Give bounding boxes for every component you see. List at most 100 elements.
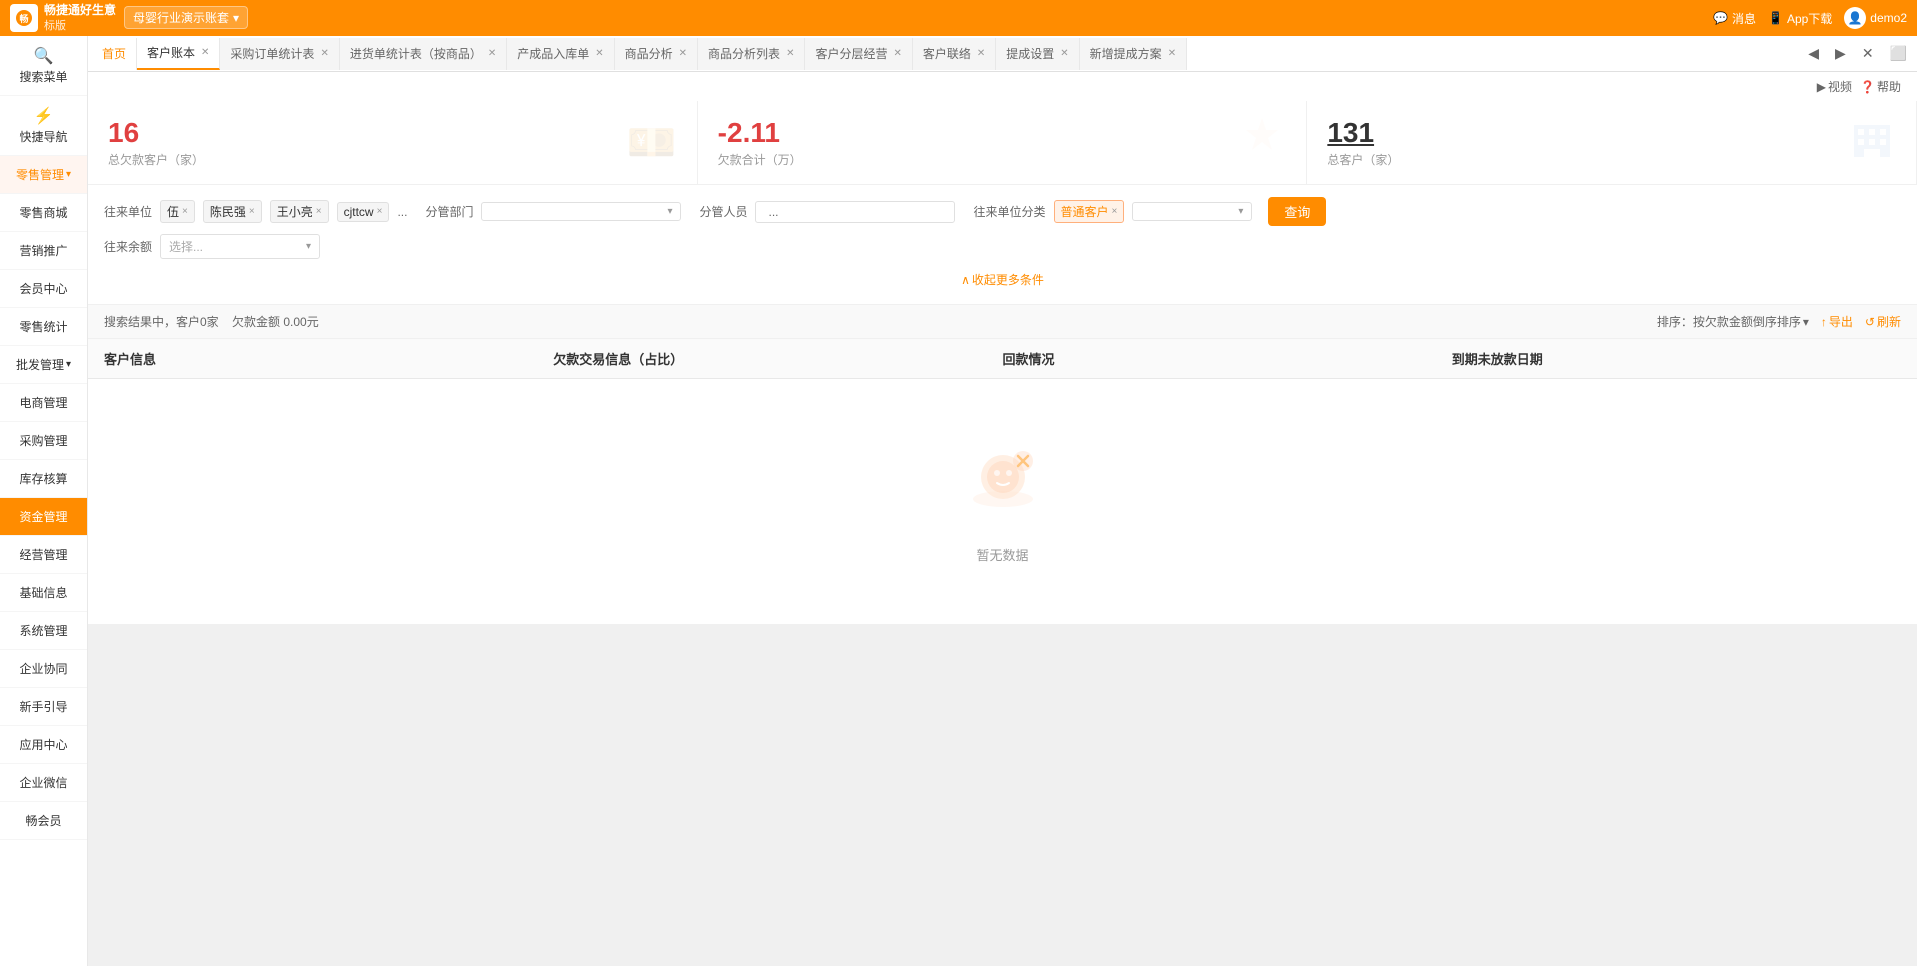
tab-close-all[interactable]: ✕ xyxy=(1856,45,1880,62)
tab-purchase-order-close[interactable]: ✕ xyxy=(320,48,328,59)
filter-tag-2-close[interactable]: × xyxy=(316,206,322,217)
tab-home-label: 首页 xyxy=(102,45,126,62)
help-btn[interactable]: ❓ 帮助 xyxy=(1860,78,1901,95)
app-download-label: App下载 xyxy=(1787,10,1832,27)
operation-label: 经营管理 xyxy=(4,546,83,563)
tab-finished-goods[interactable]: 产成品入库单 ✕ xyxy=(507,38,614,70)
sidebar-item-ecommerce[interactable]: 电商管理 xyxy=(0,384,87,422)
app-download-btn[interactable]: 📱 App下载 xyxy=(1768,10,1832,27)
sort-select[interactable]: 排序：按欠款金额倒序排序 ▾ xyxy=(1657,313,1809,330)
filter-tag-1-close[interactable]: × xyxy=(249,206,255,217)
question-icon: ❓ xyxy=(1860,80,1875,94)
category-filter-select[interactable]: ▾ xyxy=(1132,202,1252,221)
retail-arrow-icon: ▾ xyxy=(66,169,71,180)
tab-commission-settings-close[interactable]: ✕ xyxy=(1060,48,1068,59)
sidebar-item-marketing[interactable]: 营销推广 xyxy=(0,232,87,270)
refresh-icon: ↺ xyxy=(1865,315,1875,329)
tab-customer-ledger-close[interactable]: ✕ xyxy=(201,47,209,58)
tab-customer-layering-close[interactable]: ✕ xyxy=(893,48,901,59)
category-tag-close[interactable]: × xyxy=(1112,206,1118,217)
sidebar-item-retail-mall[interactable]: 零售商城 xyxy=(0,194,87,232)
filter-tag-3-text: cjttcw xyxy=(344,205,374,219)
dept-filter-select[interactable]: ▾ xyxy=(481,202,681,221)
person-filter-label: 分管人员 xyxy=(699,203,747,220)
sidebar-item-enterprise-wechat[interactable]: 企业微信 xyxy=(0,764,87,802)
sidebar-item-finance[interactable]: 资金管理 xyxy=(0,498,87,536)
tab-goods-analysis-list[interactable]: 商品分析列表 ✕ xyxy=(698,38,805,70)
user-name: demo2 xyxy=(1870,11,1907,25)
page-content: ▶ 视频 ❓ 帮助 💴 16 xyxy=(88,72,1917,624)
stat-bg-money-icon: 💴 xyxy=(627,119,677,166)
top-bar: 畅 畅捷通好生意 标版 母婴行业演示账套 ▾ 💬 消息 📱 App下载 xyxy=(0,0,1917,36)
tab-goods-analysis-label: 商品分析 xyxy=(625,45,673,62)
messages-label: 消息 xyxy=(1732,10,1756,27)
sidebar-item-basic-info[interactable]: 基础信息 xyxy=(0,574,87,612)
sidebar-item-system[interactable]: 系统管理 xyxy=(0,612,87,650)
balance-dropdown-icon: ▾ xyxy=(306,241,311,252)
refresh-btn[interactable]: ↺ 刷新 xyxy=(1865,313,1901,330)
col-header-customer: 客户信息 xyxy=(104,349,553,368)
tab-customer-contact[interactable]: 客户联络 ✕ xyxy=(913,38,996,70)
sidebar-item-app-center[interactable]: 应用中心 xyxy=(0,726,87,764)
sidebar-item-purchase[interactable]: 采购管理 xyxy=(0,422,87,460)
tab-customer-contact-close[interactable]: ✕ xyxy=(977,48,985,59)
tab-new-commission-label: 新增提成方案 xyxy=(1090,45,1162,62)
tab-commission-settings[interactable]: 提成设置 ✕ xyxy=(996,38,1079,70)
stat-label-3: 总客户（家） xyxy=(1327,151,1399,168)
user-menu[interactable]: 👤 demo2 xyxy=(1844,7,1907,29)
help-area: ▶ 视频 ❓ 帮助 xyxy=(88,72,1917,101)
stat-text-group-3: 131 总客户（家） xyxy=(1327,117,1399,168)
balance-filter-select[interactable]: 选择... ▾ xyxy=(160,234,320,259)
tab-goods-analysis-list-close[interactable]: ✕ xyxy=(786,48,794,59)
inventory-label: 库存核算 xyxy=(4,470,83,487)
tab-purchase-stats-close[interactable]: ✕ xyxy=(488,48,496,59)
data-table: 客户信息 欠款交易信息（占比） 回款情况 到期未放款日期 xyxy=(88,339,1917,624)
table-header: 客户信息 欠款交易信息（占比） 回款情况 到期未放款日期 xyxy=(88,339,1917,379)
retail-stats-label: 零售统计 xyxy=(4,318,83,335)
query-button[interactable]: 查询 xyxy=(1268,197,1326,226)
video-label: 视频 xyxy=(1828,78,1852,95)
sidebar-item-inventory[interactable]: 库存核算 xyxy=(0,460,87,498)
person-filter-select[interactable]: ... xyxy=(755,201,955,223)
video-btn[interactable]: ▶ 视频 xyxy=(1817,78,1852,95)
enterprise-wechat-label: 企业微信 xyxy=(4,774,83,791)
filter-tag-2: 王小亮 × xyxy=(270,200,329,223)
sidebar-item-beginner-guide[interactable]: 新手引导 xyxy=(0,688,87,726)
tab-purchase-order[interactable]: 采购订单统计表 ✕ xyxy=(220,38,339,70)
logo-icon: 畅 xyxy=(10,4,38,32)
sidebar-item-enterprise-collab[interactable]: 企业协同 xyxy=(0,650,87,688)
sidebar-item-search[interactable]: 🔍 搜索菜单 xyxy=(0,36,87,96)
filter-tag-3-close[interactable]: × xyxy=(377,206,383,217)
sidebar-item-quick-nav[interactable]: ⚡ 快捷导航 xyxy=(0,96,87,156)
tab-goods-analysis-close[interactable]: ✕ xyxy=(679,48,687,59)
tab-home[interactable]: 首页 xyxy=(92,38,137,70)
tab-maximize[interactable]: ⬜ xyxy=(1884,45,1913,62)
sidebar-item-chang-member[interactable]: 畅会员 xyxy=(0,802,87,840)
tab-customer-ledger[interactable]: 客户账本 ✕ xyxy=(137,38,220,70)
tab-new-commission-close[interactable]: ✕ xyxy=(1168,48,1176,59)
sidebar-item-member[interactable]: 会员中心 xyxy=(0,270,87,308)
sidebar-item-wholesale[interactable]: 批发管理 ▾ xyxy=(0,346,87,384)
tab-new-commission[interactable]: 新增提成方案 ✕ xyxy=(1080,38,1187,70)
sidebar-item-retail-stats[interactable]: 零售统计 xyxy=(0,308,87,346)
collapse-btn[interactable]: ∧ 收起更多条件 xyxy=(961,271,1044,288)
tab-finished-goods-close[interactable]: ✕ xyxy=(595,48,603,59)
tab-purchase-stats[interactable]: 进货单统计表（按商品） ✕ xyxy=(340,38,507,70)
person-filter-more[interactable]: ... xyxy=(768,205,778,219)
enterprise-collab-label: 企业协同 xyxy=(4,660,83,677)
app-center-label: 应用中心 xyxy=(4,736,83,753)
sidebar-item-operation[interactable]: 经营管理 xyxy=(0,536,87,574)
filter-tag-0-close[interactable]: × xyxy=(182,206,188,217)
sidebar-item-retail[interactable]: 零售管理 ▾ xyxy=(0,156,87,194)
messages-btn[interactable]: 💬 消息 xyxy=(1713,10,1756,27)
company-selector[interactable]: 母婴行业演示账套 ▾ xyxy=(124,6,248,29)
tab-scroll-right[interactable]: ▶ xyxy=(1829,45,1852,62)
tab-customer-layering[interactable]: 客户分层经营 ✕ xyxy=(805,38,912,70)
tab-scroll-left[interactable]: ◀ xyxy=(1802,45,1825,62)
tab-goods-analysis[interactable]: 商品分析 ✕ xyxy=(615,38,698,70)
filter-tags-more[interactable]: ... xyxy=(397,205,407,219)
unit-filter-label: 往来单位 xyxy=(104,203,152,220)
export-btn[interactable]: ↑ 导出 xyxy=(1821,313,1853,330)
category-dropdown-icon: ▾ xyxy=(1238,206,1243,217)
result-text: 搜索结果中，客户0家 xyxy=(104,315,219,329)
